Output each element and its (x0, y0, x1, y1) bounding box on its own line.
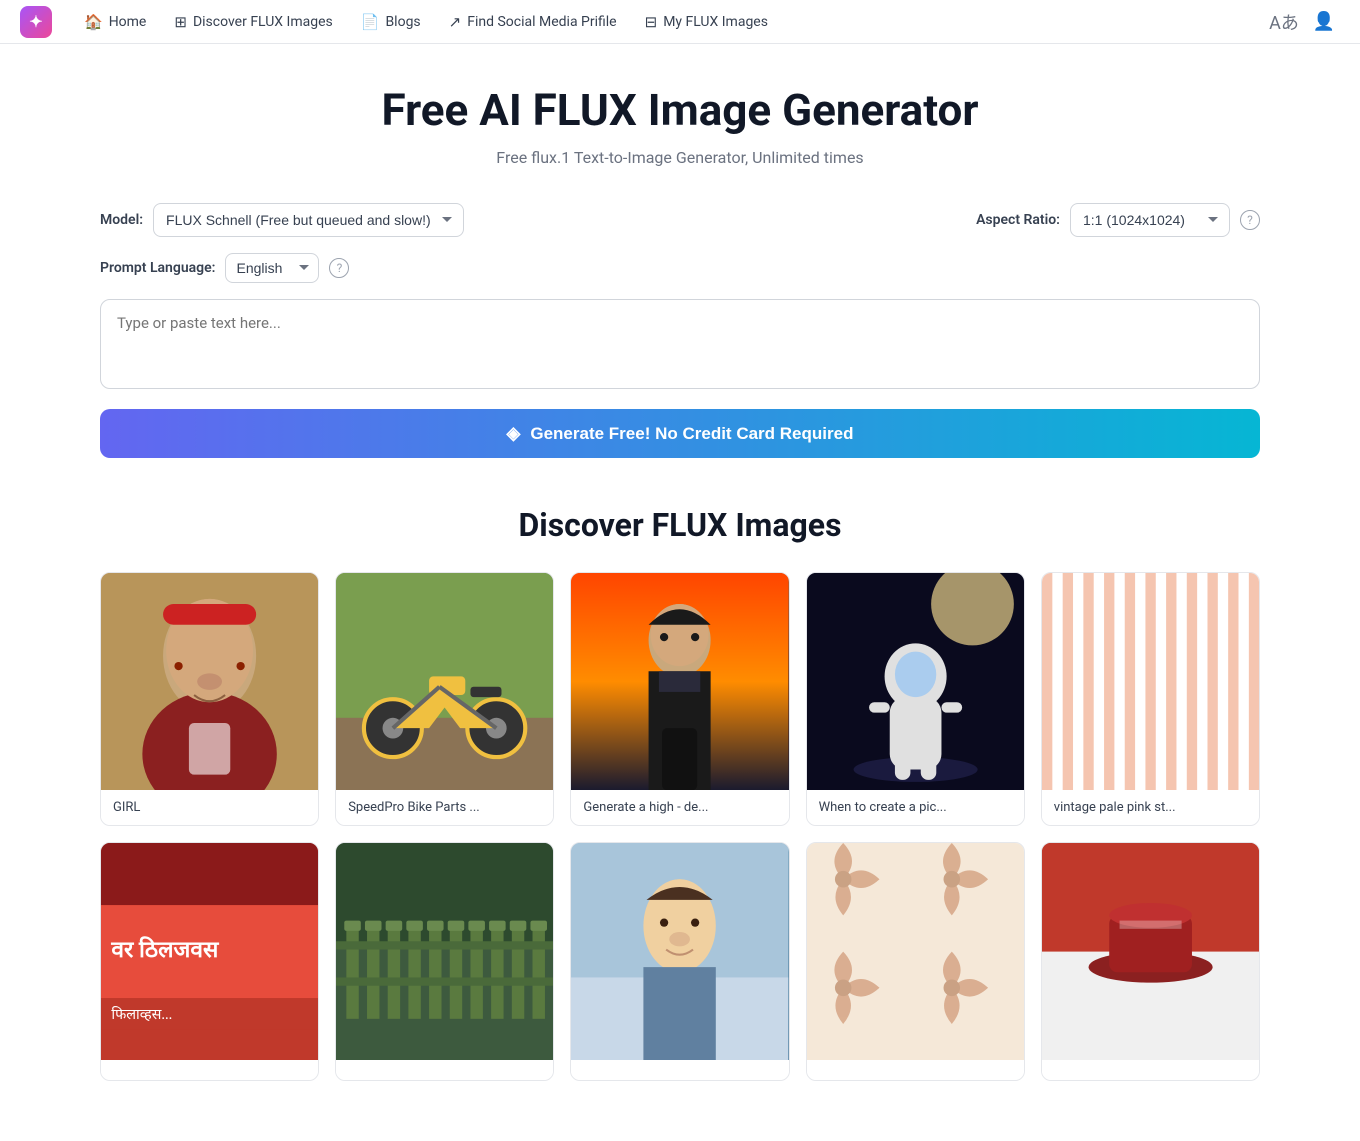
aspect-help-icon[interactable]: ? (1240, 210, 1260, 230)
image-card-woman[interactable]: Generate a high - de... (570, 572, 789, 826)
model-label: Model: (100, 212, 143, 228)
image-caption-girl: GIRL (101, 790, 318, 825)
aspect-group: Aspect Ratio: 1:1 (1024x1024)16:9 (1024x… (976, 203, 1260, 237)
aspect-select[interactable]: 1:1 (1024x1024)16:9 (1024x576)9:16 (576x… (1070, 203, 1230, 237)
language-help-icon[interactable]: ? (329, 258, 349, 278)
language-select[interactable]: English中文日本語한국어EspañolFrançaisDeutsch (225, 253, 319, 283)
image-thumb-hindi: वर ठिलजवस फिलाव्हस... (101, 843, 318, 1060)
image-caption-bike: SpeedPro Bike Parts ... (336, 790, 553, 825)
document-icon: 📄 (361, 13, 380, 31)
image-caption-astronaut: When to create a pic... (807, 790, 1024, 825)
image-thumb-woman (571, 573, 788, 790)
image-caption-hindi (101, 1060, 318, 1080)
nav-item-home[interactable]: 🏠 Home (72, 7, 158, 37)
image-thumb-stripes (1042, 573, 1259, 790)
image-grid: GIRL SpeedPro Bike Parts ... (100, 572, 1260, 1081)
user-icon[interactable]: 👤 (1308, 6, 1340, 38)
image-card-hat[interactable] (1041, 842, 1260, 1081)
image-thumb-pattern (807, 843, 1024, 1060)
image-caption-hat (1042, 1060, 1259, 1080)
image-grid-icon: ⊟ (645, 13, 658, 31)
image-thumb-person2 (571, 843, 788, 1060)
image-card-fence[interactable] (335, 842, 554, 1081)
image-thumb-hat (1042, 843, 1259, 1060)
image-card-hindi[interactable]: वर ठिलजवस फिलाव्हस... (100, 842, 319, 1081)
translate-icon[interactable]: Aあ (1268, 6, 1300, 38)
external-link-icon: ↗ (449, 13, 462, 31)
home-icon: 🏠 (84, 13, 103, 31)
nav-item-find-social[interactable]: ↗ Find Social Media Prifile (437, 7, 629, 37)
image-caption-fence (336, 1060, 553, 1080)
prompt-textarea[interactable] (100, 299, 1260, 389)
svg-text:वर ठिलजवस: वर ठिलजवस (110, 936, 220, 962)
image-card-girl[interactable]: GIRL (100, 572, 319, 826)
image-caption-person2 (571, 1060, 788, 1080)
generate-button[interactable]: ◈ Generate Free! No Credit Card Required (100, 409, 1260, 458)
image-card-bike[interactable]: SpeedPro Bike Parts ... (335, 572, 554, 826)
image-card-pattern[interactable] (806, 842, 1025, 1081)
nav-item-blogs[interactable]: 📄 Blogs (349, 7, 433, 37)
nav-item-my-flux-label: My FLUX Images (663, 14, 768, 30)
discover-title: Discover FLUX Images (100, 506, 1260, 544)
controls-row-1: Model: FLUX Schnell (Free but queued and… (100, 203, 1260, 237)
image-card-astronaut[interactable]: When to create a pic... (806, 572, 1025, 826)
nav-item-home-label: Home (109, 14, 147, 30)
nav-item-discover-label: Discover FLUX Images (193, 14, 333, 30)
image-thumb-fence (336, 843, 553, 1060)
navbar: ✦ 🏠 Home ⊞ Discover FLUX Images 📄 Blogs … (0, 0, 1360, 44)
nav-right: Aあ 👤 (1268, 6, 1340, 38)
nav-item-blogs-label: Blogs (385, 14, 420, 30)
image-caption-woman: Generate a high - de... (571, 790, 788, 825)
nav-item-discover[interactable]: ⊞ Discover FLUX Images (162, 7, 344, 37)
language-select-wrapper: English中文日本語한국어EspañolFrançaisDeutsch (225, 253, 319, 283)
prompt-language-label: Prompt Language: (100, 260, 215, 276)
generate-label: Generate Free! No Credit Card Required (530, 424, 853, 444)
diamond-icon: ◈ (507, 423, 521, 444)
nav-items: 🏠 Home ⊞ Discover FLUX Images 📄 Blogs ↗ … (72, 7, 1260, 37)
model-select[interactable]: FLUX Schnell (Free but queued and slow!)… (153, 203, 464, 237)
image-thumb-astronaut (807, 573, 1024, 790)
model-group: Model: FLUX Schnell (Free but queued and… (100, 203, 464, 237)
image-caption-pattern (807, 1060, 1024, 1080)
main-content: Free AI FLUX Image Generator Free flux.1… (40, 44, 1320, 1141)
grid-icon: ⊞ (174, 13, 187, 31)
hero-subtitle: Free flux.1 Text-to-Image Generator, Unl… (100, 148, 1260, 167)
nav-item-find-social-label: Find Social Media Prifile (467, 14, 616, 30)
image-thumb-bike (336, 573, 553, 790)
nav-item-my-flux[interactable]: ⊟ My FLUX Images (633, 7, 780, 37)
image-thumb-girl (101, 573, 318, 790)
image-caption-stripes: vintage pale pink st... (1042, 790, 1259, 825)
controls-row-2: Prompt Language: English中文日本語한국어EspañolF… (100, 253, 1260, 283)
svg-text:फिलाव्हस...: फिलाव्हस... (111, 1006, 172, 1023)
aspect-label: Aspect Ratio: (976, 212, 1060, 228)
image-card-person2[interactable] (570, 842, 789, 1081)
logo[interactable]: ✦ (20, 6, 52, 38)
image-card-stripes[interactable]: vintage pale pink st... (1041, 572, 1260, 826)
hero-title: Free AI FLUX Image Generator (100, 84, 1260, 136)
